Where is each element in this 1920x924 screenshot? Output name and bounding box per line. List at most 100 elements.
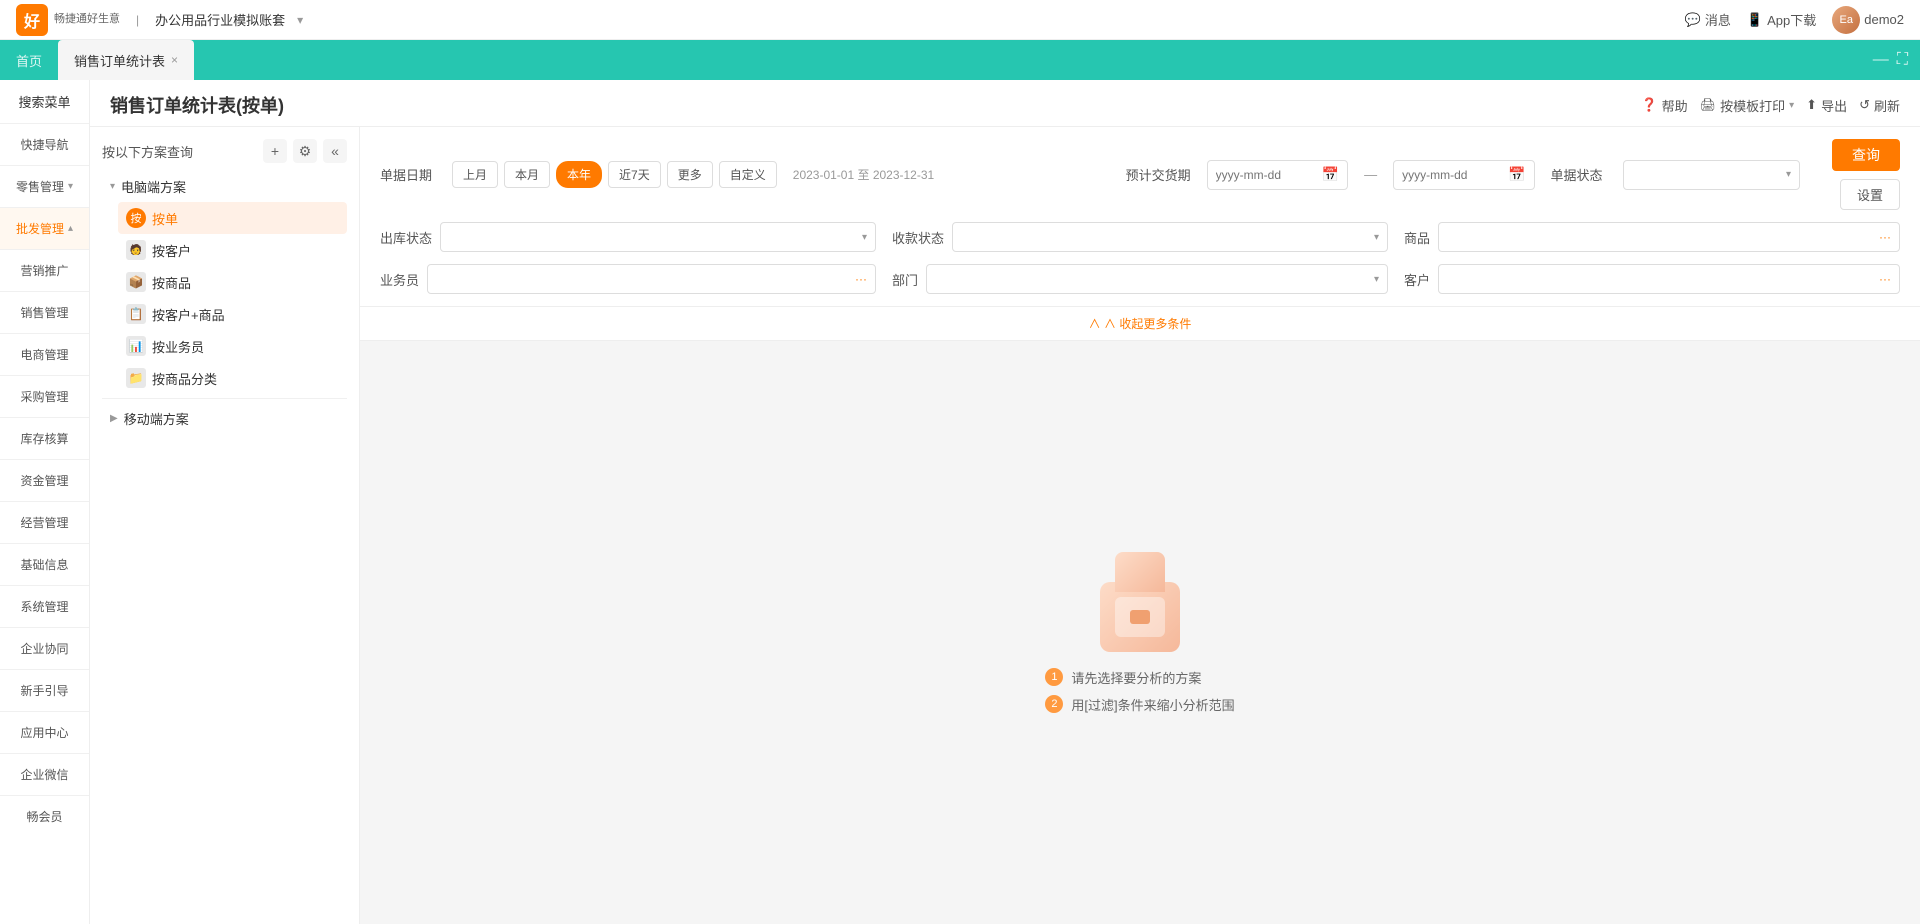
more-btn[interactable]: 更多 [667, 161, 713, 188]
sidebar-item-ecommerce[interactable]: 电商管理 [0, 334, 89, 376]
sidebar-item-sales[interactable]: 销售管理 [0, 292, 89, 334]
tree-item-by-customer-goods[interactable]: 📋 按客户+商品 [118, 298, 347, 330]
last7days-btn[interactable]: 近7天 [608, 161, 661, 188]
sidebar-item-appstore[interactable]: 应用中心 [0, 712, 89, 754]
export-button[interactable]: ⬆ 导出 [1806, 96, 1847, 115]
topbar-title: 办公用品行业模拟账套 [155, 10, 285, 29]
tab-actions: — ⛶ [1861, 51, 1920, 69]
sidebar-item-base[interactable]: 基础信息 [0, 544, 89, 586]
chevron-down-icon: ▾ [110, 181, 115, 192]
pay-status-select[interactable]: ▾ [952, 222, 1388, 252]
customer-more-button[interactable]: ··· [1879, 272, 1891, 286]
chevron-right-icon: ▶ [110, 413, 118, 424]
ship-select-arrow: ▾ [862, 232, 867, 243]
topbar-title-arrow[interactable]: ▾ [297, 13, 303, 27]
tree-item-by-order[interactable]: 按 按单 [118, 202, 347, 234]
print-icon: 🖨 [1700, 97, 1717, 113]
state-select[interactable]: ▾ [1623, 160, 1800, 190]
refresh-button[interactable]: ↺ 刷新 [1859, 96, 1900, 115]
predicted-date-end[interactable]: 📅 [1393, 160, 1534, 190]
message-icon: 💬 [1685, 12, 1701, 28]
tabbar: 首页 销售订单统计表 × — ⛶ [0, 40, 1920, 80]
sidebar-item-corp[interactable]: 企业协同 [0, 628, 89, 670]
sidebar-item-retail[interactable]: 零售管理 ▾ [0, 166, 89, 208]
tree-item-label: 按客户 [152, 241, 191, 260]
query-button[interactable]: 查询 [1832, 139, 1900, 171]
empty-state: 1 请先选择要分析的方案 2 用[过滤]条件来缩小分析范围 [360, 341, 1920, 924]
logo-box: 好 畅捷通好生意 [16, 4, 120, 36]
app-download-button[interactable]: 📱 App下载 [1747, 10, 1816, 29]
left-panel-icons: + ⚙ « [263, 139, 347, 163]
predicted-date-start[interactable]: 📅 [1207, 160, 1348, 190]
by-customer-icon: 🧑 [126, 240, 146, 260]
sidebar-item-system[interactable]: 系统管理 [0, 586, 89, 628]
mobile-scheme-header[interactable]: ▶ 移动端方案 [102, 403, 347, 434]
add-scheme-button[interactable]: + [263, 139, 287, 163]
predicted-date-start-input[interactable] [1216, 168, 1316, 182]
tree-item-label: 按单 [152, 209, 178, 228]
sidebar-item-marketing[interactable]: 营销推广 [0, 250, 89, 292]
sidebar-item-purchase[interactable]: 采购管理 [0, 376, 89, 418]
tree-item-by-goods[interactable]: 📦 按商品 [118, 266, 347, 298]
user-profile[interactable]: Ea demo2 [1832, 6, 1904, 34]
page-header: 销售订单统计表(按单) ❓ 帮助 🖨 按模板打印 ▾ ⬆ 导出 ↺ 刷新 [90, 80, 1920, 127]
topbar-left: 好 畅捷通好生意 | 办公用品行业模拟账套 ▾ [16, 4, 303, 36]
settings-button[interactable]: 设置 [1840, 179, 1900, 210]
maximize-button[interactable]: ⛶ [1897, 51, 1908, 69]
filter-area: 单据日期 上月 本月 本年 近7天 更多 自定义 2023-01-01 至 20… [360, 127, 1920, 307]
tab-home[interactable]: 首页 [0, 40, 58, 80]
left-panel-header: 按以下方案查询 + ⚙ « [102, 139, 347, 163]
empty-box-body [1100, 582, 1180, 652]
right-panel: 单据日期 上月 本月 本年 近7天 更多 自定义 2023-01-01 至 20… [360, 127, 1920, 924]
collapse-panel-button[interactable]: « [323, 139, 347, 163]
goods-more-button[interactable]: ··· [1879, 230, 1891, 244]
salesman-more-button[interactable]: ··· [855, 272, 867, 286]
settings-scheme-button[interactable]: ⚙ [293, 139, 317, 163]
download-icon: 📱 [1747, 12, 1763, 28]
current-month-btn[interactable]: 本月 [504, 161, 550, 188]
chevron-up-icon: ▴ [68, 223, 73, 234]
pc-scheme-header[interactable]: ▾ 电脑端方案 [102, 171, 347, 202]
dept-label: 部门 [892, 270, 918, 289]
ship-status-label: 出库状态 [380, 228, 432, 247]
goods-label: 商品 [1404, 228, 1430, 247]
sidebar-item-member[interactable]: 畅会员 [0, 796, 89, 837]
collapse-icon: ∧ [1089, 317, 1101, 331]
sidebar-item-nav[interactable]: 快捷导航 [0, 124, 89, 166]
message-button[interactable]: 💬 消息 [1685, 10, 1731, 29]
logo-icon: 好 [16, 4, 48, 36]
by-goods-icon: 📦 [126, 272, 146, 292]
avatar: Ea [1832, 6, 1860, 34]
date-button-group: 上月 本月 本年 近7天 更多 自定义 [452, 161, 777, 188]
collapse-bar[interactable]: ∧ ∧ 收起更多条件 [360, 307, 1920, 341]
last-month-btn[interactable]: 上月 [452, 161, 498, 188]
tree-item-by-salesman[interactable]: 📊 按业务员 [118, 330, 347, 362]
sidebar-item-finance[interactable]: 资金管理 [0, 460, 89, 502]
tree-item-label: 按商品分类 [152, 369, 217, 388]
tree-item-by-category[interactable]: 📁 按商品分类 [118, 362, 347, 394]
dept-select[interactable]: ▾ [926, 264, 1388, 294]
minimize-button[interactable]: — [1873, 51, 1889, 69]
tree-item-by-customer[interactable]: 🧑 按客户 [118, 234, 347, 266]
sidebar-item-corpwechat[interactable]: 企业微信 [0, 754, 89, 796]
by-salesman-icon: 📊 [126, 336, 146, 356]
ship-status-select[interactable]: ▾ [440, 222, 876, 252]
tree-item-label: 按商品 [152, 273, 191, 292]
print-button[interactable]: 🖨 按模板打印 ▾ [1700, 96, 1795, 115]
pay-select-arrow: ▾ [1374, 232, 1379, 243]
pc-scheme-label: 电脑端方案 [121, 177, 186, 196]
tab-close-icon[interactable]: × [171, 53, 178, 67]
sidebar-item-inventory[interactable]: 库存核算 [0, 418, 89, 460]
predicted-date-end-input[interactable] [1402, 168, 1502, 182]
help-button[interactable]: ❓ 帮助 [1641, 96, 1687, 115]
current-year-btn[interactable]: 本年 [556, 161, 602, 188]
sidebar-item-search[interactable]: 搜索菜单 [0, 80, 89, 124]
sidebar-item-newbie[interactable]: 新手引导 [0, 670, 89, 712]
sidebar-item-operation[interactable]: 经营管理 [0, 502, 89, 544]
topbar: 好 畅捷通好生意 | 办公用品行业模拟账套 ▾ 💬 消息 📱 App下载 Ea … [0, 0, 1920, 40]
empty-hint-1: 1 请先选择要分析的方案 [1045, 668, 1234, 687]
custom-btn[interactable]: 自定义 [719, 161, 777, 188]
by-customer-goods-icon: 📋 [126, 304, 146, 324]
tab-active[interactable]: 销售订单统计表 × [58, 40, 194, 80]
sidebar-item-wholesale[interactable]: 批发管理 ▴ [0, 208, 89, 250]
